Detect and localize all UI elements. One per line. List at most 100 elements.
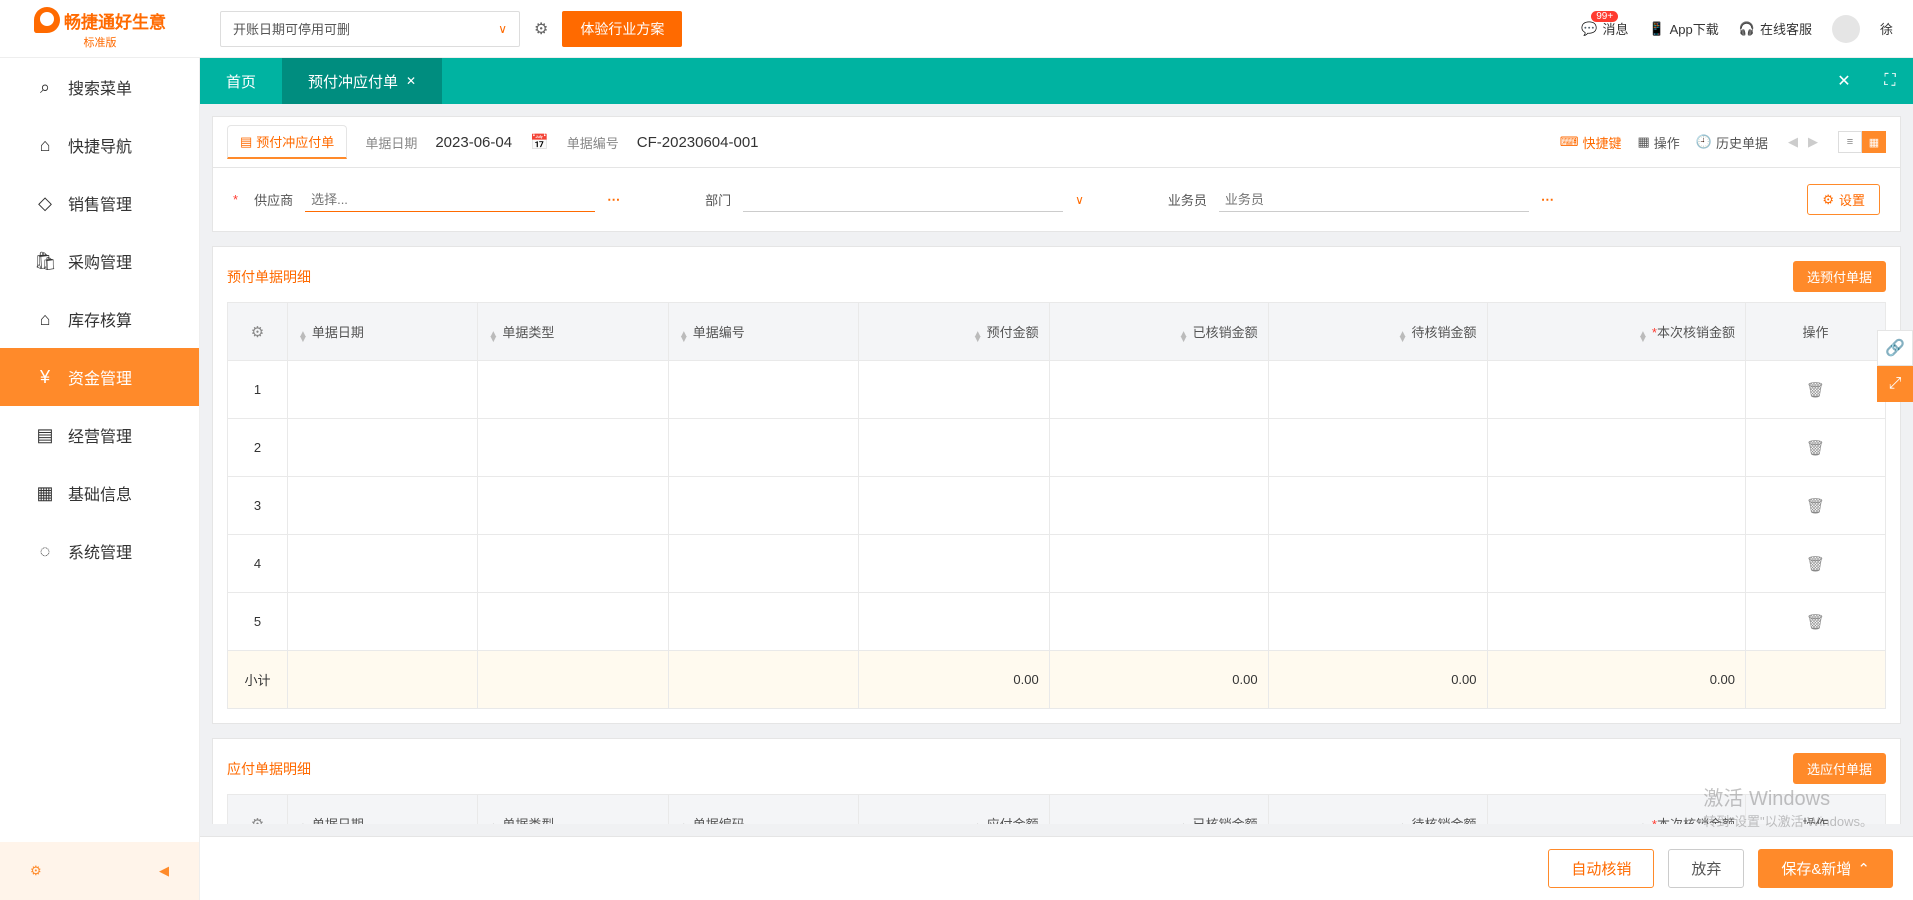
column-header[interactable]: ▲▼单据类型 (478, 303, 668, 361)
row-index: 1 (228, 361, 288, 419)
sidebar-item[interactable]: ⌂库存核算 (0, 290, 199, 348)
table-row[interactable]: 2🗑 (228, 419, 1886, 477)
column-header[interactable]: ▲▼单据类型 (478, 795, 668, 825)
sidebar-item[interactable]: ▦基础信息 (0, 464, 199, 522)
delete-icon[interactable]: 🗑 (1806, 614, 1825, 631)
sidebar-item-label: 搜索菜单 (68, 75, 132, 99)
sort-icon[interactable]: ▲▼ (679, 824, 689, 825)
settings-icon[interactable]: ⚙ (534, 19, 548, 39)
table-row[interactable]: 5🗑 (228, 593, 1886, 651)
row-index: 4 (228, 535, 288, 593)
calendar-icon[interactable]: 📅 (530, 133, 549, 151)
shortcut-button[interactable]: ⌨ 快捷键 (1560, 133, 1622, 152)
sidebar-item[interactable]: ◌系统管理 (0, 522, 199, 580)
messages-button[interactable]: 💬 99+ 消息 (1581, 19, 1628, 38)
sort-icon[interactable]: ▲▼ (679, 332, 689, 342)
sort-icon[interactable]: ▲▼ (973, 824, 983, 825)
sidebar-item[interactable]: 🛍采购管理 (0, 232, 199, 290)
sort-icon[interactable]: ▲▼ (488, 332, 498, 342)
column-header[interactable]: ▲▼待核销金额 (1268, 303, 1487, 361)
column-header[interactable]: 操作 (1746, 303, 1886, 361)
online-service-button[interactable]: 🎧 在线客服 (1739, 19, 1812, 38)
view-list-icon[interactable]: ≡ (1838, 131, 1862, 153)
sort-icon[interactable]: ▲▼ (1638, 824, 1648, 825)
column-header[interactable]: ▲▼单据日期 (288, 795, 478, 825)
tab[interactable]: 预付冲应付单✕ (282, 58, 442, 104)
sort-icon[interactable]: ▲▼ (1398, 824, 1408, 825)
prev-doc-icon[interactable]: ◀ (1784, 133, 1802, 151)
table-row[interactable]: 3🗑 (228, 477, 1886, 535)
column-header[interactable]: ▲▼已核销金额 (1049, 795, 1268, 825)
column-settings-icon[interactable]: ⚙ (228, 303, 288, 361)
sidebar-item[interactable]: ◇销售管理 (0, 174, 199, 232)
column-header[interactable]: ▲▼单据编码 (668, 795, 858, 825)
column-settings-icon[interactable]: ⚙ (228, 795, 288, 825)
delete-icon[interactable]: 🗑 (1806, 440, 1825, 457)
sidebar-item[interactable]: ¥资金管理 (0, 348, 199, 406)
sort-icon[interactable]: ▲▼ (298, 824, 308, 825)
select-prepaid-button[interactable]: 选预付单据 (1793, 261, 1886, 292)
sidebar-item-label: 资金管理 (68, 365, 132, 389)
column-header[interactable]: ▲▼单据日期 (288, 303, 478, 361)
gear-icon[interactable]: ⚙ (30, 863, 42, 879)
avatar[interactable] (1832, 15, 1860, 43)
fullscreen-icon[interactable]: ⛶ (1867, 58, 1913, 104)
close-tab-icon[interactable]: ✕ (1821, 58, 1867, 104)
column-header[interactable]: ▲▼*本次核销金额 (1487, 795, 1746, 825)
expand-icon[interactable]: ⤢ (1877, 366, 1913, 402)
industry-plan-button[interactable]: 体验行业方案 (562, 11, 682, 47)
salesperson-lookup-icon[interactable]: ⋯ (1541, 192, 1555, 208)
app-download-button[interactable]: 📱 App下载 (1648, 19, 1718, 38)
sidebar-icon: 🛍 (34, 251, 56, 272)
sort-icon[interactable]: ▲▼ (1179, 332, 1189, 342)
collapse-icon[interactable]: ◀ (159, 863, 169, 879)
sort-icon[interactable]: ▲▼ (973, 332, 983, 342)
settings-button[interactable]: ⚙ 设置 (1807, 184, 1880, 215)
select-payable-button[interactable]: 选应付单据 (1793, 753, 1886, 784)
tab[interactable]: 首页 (200, 58, 282, 104)
account-date-dropdown[interactable]: 开账日期可停用可删 ∨ (220, 11, 520, 47)
view-form-icon[interactable]: ▦ (1862, 131, 1886, 153)
sort-icon[interactable]: ▲▼ (488, 824, 498, 825)
sidebar-item[interactable]: ▤经营管理 (0, 406, 199, 464)
delete-icon[interactable]: 🗑 (1806, 498, 1825, 515)
column-header[interactable]: ▲▼*本次核销金额 (1487, 303, 1746, 361)
column-header[interactable]: 操作 (1746, 795, 1886, 825)
table-row[interactable]: 1🗑 (228, 361, 1886, 419)
column-header[interactable]: ▲▼单据编号 (668, 303, 858, 361)
table-row[interactable]: 4🗑 (228, 535, 1886, 593)
discard-button[interactable]: 放弃 (1668, 849, 1744, 888)
sort-icon[interactable]: ▲▼ (1398, 332, 1408, 342)
chevron-up-icon: ⌃ (1857, 860, 1870, 878)
supplier-lookup-icon[interactable]: ⋯ (607, 192, 621, 208)
action-button[interactable]: ▦ 操作 (1637, 133, 1679, 152)
save-new-button[interactable]: 保存&新增 ⌃ (1758, 849, 1893, 888)
sort-icon[interactable]: ▲▼ (298, 332, 308, 342)
gear-icon: ⚙ (1822, 192, 1834, 208)
close-icon[interactable]: ✕ (406, 74, 416, 88)
sidebar-item[interactable]: ⌕搜索菜单 (0, 58, 199, 116)
next-doc-icon[interactable]: ▶ (1804, 133, 1822, 151)
column-header[interactable]: ▲▼已核销金额 (1049, 303, 1268, 361)
doc-code-value: CF-20230604-001 (637, 134, 759, 151)
sidebar-item-label: 快捷导航 (68, 133, 132, 157)
delete-icon[interactable]: 🗑 (1806, 556, 1825, 573)
industry-plan-label: 体验行业方案 (580, 19, 664, 39)
delete-icon[interactable]: 🗑 (1806, 382, 1825, 399)
history-button[interactable]: 🕘 历史单据 (1696, 133, 1768, 152)
supplier-input[interactable] (305, 188, 595, 212)
sort-icon[interactable]: ▲▼ (1179, 824, 1189, 825)
doc-date-value[interactable]: 2023-06-04 (435, 134, 512, 151)
auto-writeoff-button[interactable]: 自动核销 (1548, 849, 1654, 888)
dept-chevron-icon[interactable]: ∨ (1075, 193, 1084, 207)
salesperson-input[interactable] (1219, 188, 1529, 212)
sort-icon[interactable]: ▲▼ (1638, 332, 1648, 342)
dept-input[interactable] (743, 188, 1063, 212)
doc-code-label: 单据编号 (567, 133, 619, 152)
column-header[interactable]: ▲▼待核销金额 (1268, 795, 1487, 825)
attachment-icon[interactable]: 🔗 (1877, 330, 1913, 366)
column-header[interactable]: ▲▼应付金额 (859, 795, 1049, 825)
sidebar-item[interactable]: ⌂快捷导航 (0, 116, 199, 174)
subtotal-row: 小计0.000.000.000.00 (228, 651, 1886, 709)
column-header[interactable]: ▲▼预付金额 (859, 303, 1049, 361)
